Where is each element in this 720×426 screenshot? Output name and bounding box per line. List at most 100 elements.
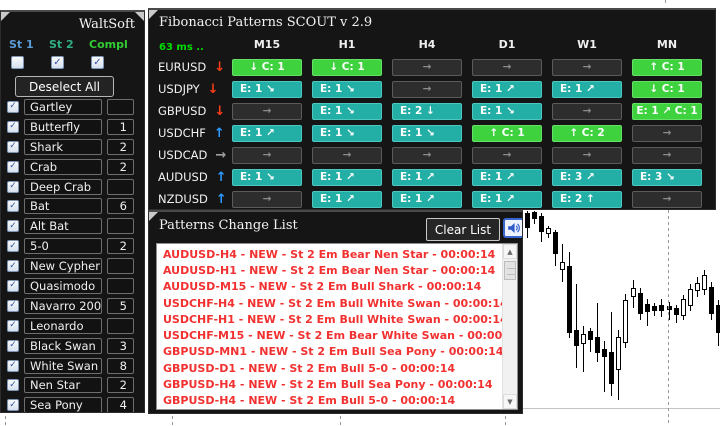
scrollbar-thumb[interactable]: [504, 261, 516, 280]
pattern-row: ✓ Sea Pony 4: [1, 395, 144, 412]
scanner-cell-USDCAD-H4[interactable]: →: [392, 146, 462, 164]
pattern-checkbox[interactable]: ✓: [7, 180, 19, 193]
pattern-name-box[interactable]: Butterfly: [24, 118, 102, 135]
scanner-cell-USDCAD-MN[interactable]: →: [632, 146, 702, 164]
pattern-checkbox[interactable]: ✓: [7, 319, 19, 332]
change-list-item[interactable]: USDCHF-M15 - NEW - St 2 Em Bear White Sw…: [157, 327, 517, 343]
pattern-name-box[interactable]: Black Swan: [24, 337, 102, 354]
pattern-checkbox[interactable]: ✓: [7, 260, 19, 273]
change-list-item[interactable]: GBPUSD-H4 - NEW - St 2 Em Bull Sea Pony …: [157, 376, 502, 392]
deselect-all-button[interactable]: Deselect All: [15, 76, 114, 97]
pattern-checkbox[interactable]: ✓: [7, 160, 19, 173]
pattern-name-box[interactable]: Shark: [24, 138, 102, 155]
scanner-cell-AUDUSD-D1[interactable]: E: 1 ↗: [472, 168, 542, 186]
pattern-name-box[interactable]: Quasimodo: [24, 277, 102, 294]
stage-checkbox-compl[interactable]: ✓: [91, 56, 104, 69]
scanner-cell-EURUSD-H1[interactable]: ↓ C: 1: [312, 58, 382, 76]
change-list-item[interactable]: GBPUSD-MN1 - NEW - St 2 Em Bull Sea Pony…: [157, 344, 503, 360]
pattern-checkbox[interactable]: ✓: [7, 220, 19, 233]
change-list-item[interactable]: AUDUSD-H4 - NEW - St 2 Em Bear Nen Star …: [157, 246, 502, 262]
scanner-cell-AUDUSD-W1[interactable]: E: 3 ↗: [552, 168, 622, 186]
change-list-item[interactable]: GBPUSD-H4 - NEW - St 2 Em Bull 5-0 - 00:…: [157, 393, 502, 409]
scanner-cell-USDCHF-H4[interactable]: E: 1 ↘: [392, 124, 462, 142]
scanner-cell-GBPUSD-H1[interactable]: E: 1 ↘: [312, 102, 382, 120]
pattern-name-box[interactable]: White Swan: [24, 357, 102, 374]
change-list-title: Patterns Change List: [159, 218, 298, 233]
pattern-name-box[interactable]: Bat: [24, 198, 102, 215]
scanner-cell-EURUSD-W1[interactable]: →: [552, 58, 622, 76]
scanner-cell-AUDUSD-H4[interactable]: E: 1 ↗: [392, 168, 462, 186]
scroll-down-button[interactable]: ▼: [503, 394, 517, 409]
pattern-row: ✓ Black Swan 3: [1, 336, 144, 356]
stage-checkbox-st2[interactable]: ✓: [51, 56, 64, 69]
change-list-item[interactable]: GBPUSD-D1 - NEW - St 2 Em Bull 5-0 - 00:…: [157, 360, 502, 376]
scanner-cell-USDCHF-W1[interactable]: ↑ C: 2: [552, 124, 622, 142]
scanner-cell-AUDUSD-MN[interactable]: E: 3 ↘: [632, 168, 702, 186]
pattern-name-box[interactable]: Navarro 200: [24, 297, 102, 314]
pattern-name-box[interactable]: 5-0: [24, 238, 102, 255]
symbol-label: USDCAD: [158, 148, 208, 162]
scanner-cell-USDJPY-H1[interactable]: E: 1 ↘: [312, 80, 382, 98]
scanner-cell-USDCAD-W1[interactable]: →: [552, 146, 622, 164]
scanner-cell-USDCHF-H1[interactable]: E: 1 ↘: [312, 124, 382, 142]
scanner-cell-USDJPY-W1[interactable]: E: 1 ↗: [552, 80, 622, 98]
pattern-name-box[interactable]: Nen Star: [24, 377, 102, 394]
clear-list-button[interactable]: Clear List: [426, 218, 500, 241]
scanner-cell-GBPUSD-MN[interactable]: E: 1 ↗ C: 1: [632, 102, 702, 120]
pattern-checkbox[interactable]: ✓: [7, 200, 19, 213]
scanner-cell-EURUSD-MN[interactable]: ↑ C: 1: [632, 58, 702, 76]
pattern-name-box[interactable]: Crab: [24, 158, 102, 175]
scanner-cell-USDCHF-M15[interactable]: E: 1 ↗: [232, 124, 302, 142]
scanner-cell-USDJPY-H4[interactable]: →: [392, 80, 462, 98]
scanner-cell-USDJPY-M15[interactable]: E: 1 ↘: [232, 80, 302, 98]
pattern-name-box[interactable]: New Cypher: [24, 258, 102, 275]
pattern-checkbox[interactable]: ✓: [7, 140, 19, 153]
scanner-cell-GBPUSD-M15[interactable]: →: [232, 102, 302, 120]
pattern-name-box[interactable]: Leonardo: [24, 317, 102, 334]
scanner-cell-NZDUSD-H4[interactable]: E: 1 ↗: [392, 190, 462, 208]
scanner-cell-USDCHF-D1[interactable]: ↑ C: 1: [472, 124, 542, 142]
scanner-cell-USDCHF-MN[interactable]: →: [632, 124, 702, 142]
scanner-cell-USDCAD-D1[interactable]: →: [472, 146, 542, 164]
change-list-item[interactable]: AUDUSD-M15 - NEW - St 2 Em Bull Shark - …: [157, 279, 502, 295]
scroll-up-button[interactable]: ▲: [503, 244, 517, 259]
pattern-checkbox[interactable]: ✓: [7, 279, 19, 292]
pattern-name-box[interactable]: Alt Bat: [24, 218, 102, 235]
scanner-cell-USDJPY-D1[interactable]: E: 1 ↗: [472, 80, 542, 98]
pattern-checkbox[interactable]: ✓: [7, 359, 19, 372]
scanner-cell-USDCAD-H1[interactable]: →: [312, 146, 382, 164]
pattern-checkbox[interactable]: ✓: [7, 339, 19, 352]
change-list-scrollbar[interactable]: ▲ ▼: [502, 244, 517, 409]
change-list-item[interactable]: USDCHF-H1 - NEW - St 2 Em Bull White Swa…: [157, 311, 508, 327]
scanner-cell-AUDUSD-M15[interactable]: E: 1 ↘: [232, 168, 302, 186]
panel-fold-corner: [149, 10, 158, 19]
scanner-cell-GBPUSD-W1[interactable]: →: [552, 102, 622, 120]
scanner-cell-USDJPY-MN[interactable]: ↓ C: 1: [632, 80, 702, 98]
pattern-name-box[interactable]: Gartley: [24, 98, 102, 115]
scanner-cell-EURUSD-M15[interactable]: ↓ C: 1: [232, 58, 302, 76]
pattern-checkbox[interactable]: ✓: [7, 120, 19, 133]
scanner-cell-USDCAD-M15[interactable]: →: [232, 146, 302, 164]
pattern-checkbox[interactable]: ✓: [7, 100, 19, 113]
scanner-cell-NZDUSD-W1[interactable]: E: 2 ↑: [552, 190, 622, 208]
pattern-checkbox[interactable]: ✓: [7, 299, 19, 312]
pattern-checkbox[interactable]: ✓: [7, 240, 19, 253]
scanner-cell-NZDUSD-M15[interactable]: →: [232, 190, 302, 208]
pattern-checkbox[interactable]: ✓: [7, 399, 19, 412]
scanner-cell-AUDUSD-H1[interactable]: E: 1 ↗: [312, 168, 382, 186]
pattern-name-box[interactable]: Sea Pony: [24, 397, 102, 412]
change-list-item[interactable]: AUDUSD-H1 - NEW - St 2 Em Bear Nen Star …: [157, 262, 502, 278]
pattern-name-box[interactable]: Deep Crab: [24, 178, 102, 195]
scanner-cell-NZDUSD-H1[interactable]: E: 1 ↗: [312, 190, 382, 208]
change-list-item[interactable]: USDCHF-H4 - NEW - St 2 Em Bull White Swa…: [157, 295, 508, 311]
sound-toggle-button[interactable]: [503, 218, 522, 238]
scanner-cell-NZDUSD-MN[interactable]: →: [632, 190, 702, 208]
pattern-checkbox[interactable]: ✓: [7, 379, 19, 392]
scanner-cell-NZDUSD-D1[interactable]: E: 1 ↗: [472, 190, 542, 208]
pattern-count-box: 1: [107, 118, 134, 135]
scanner-cell-EURUSD-H4[interactable]: →: [392, 58, 462, 76]
scanner-cell-EURUSD-D1[interactable]: →: [472, 58, 542, 76]
stage-checkbox-st1[interactable]: [11, 56, 24, 69]
scanner-cell-GBPUSD-D1[interactable]: E: 1 ↘: [472, 102, 542, 120]
scanner-cell-GBPUSD-H4[interactable]: E: 2 ↓: [392, 102, 462, 120]
